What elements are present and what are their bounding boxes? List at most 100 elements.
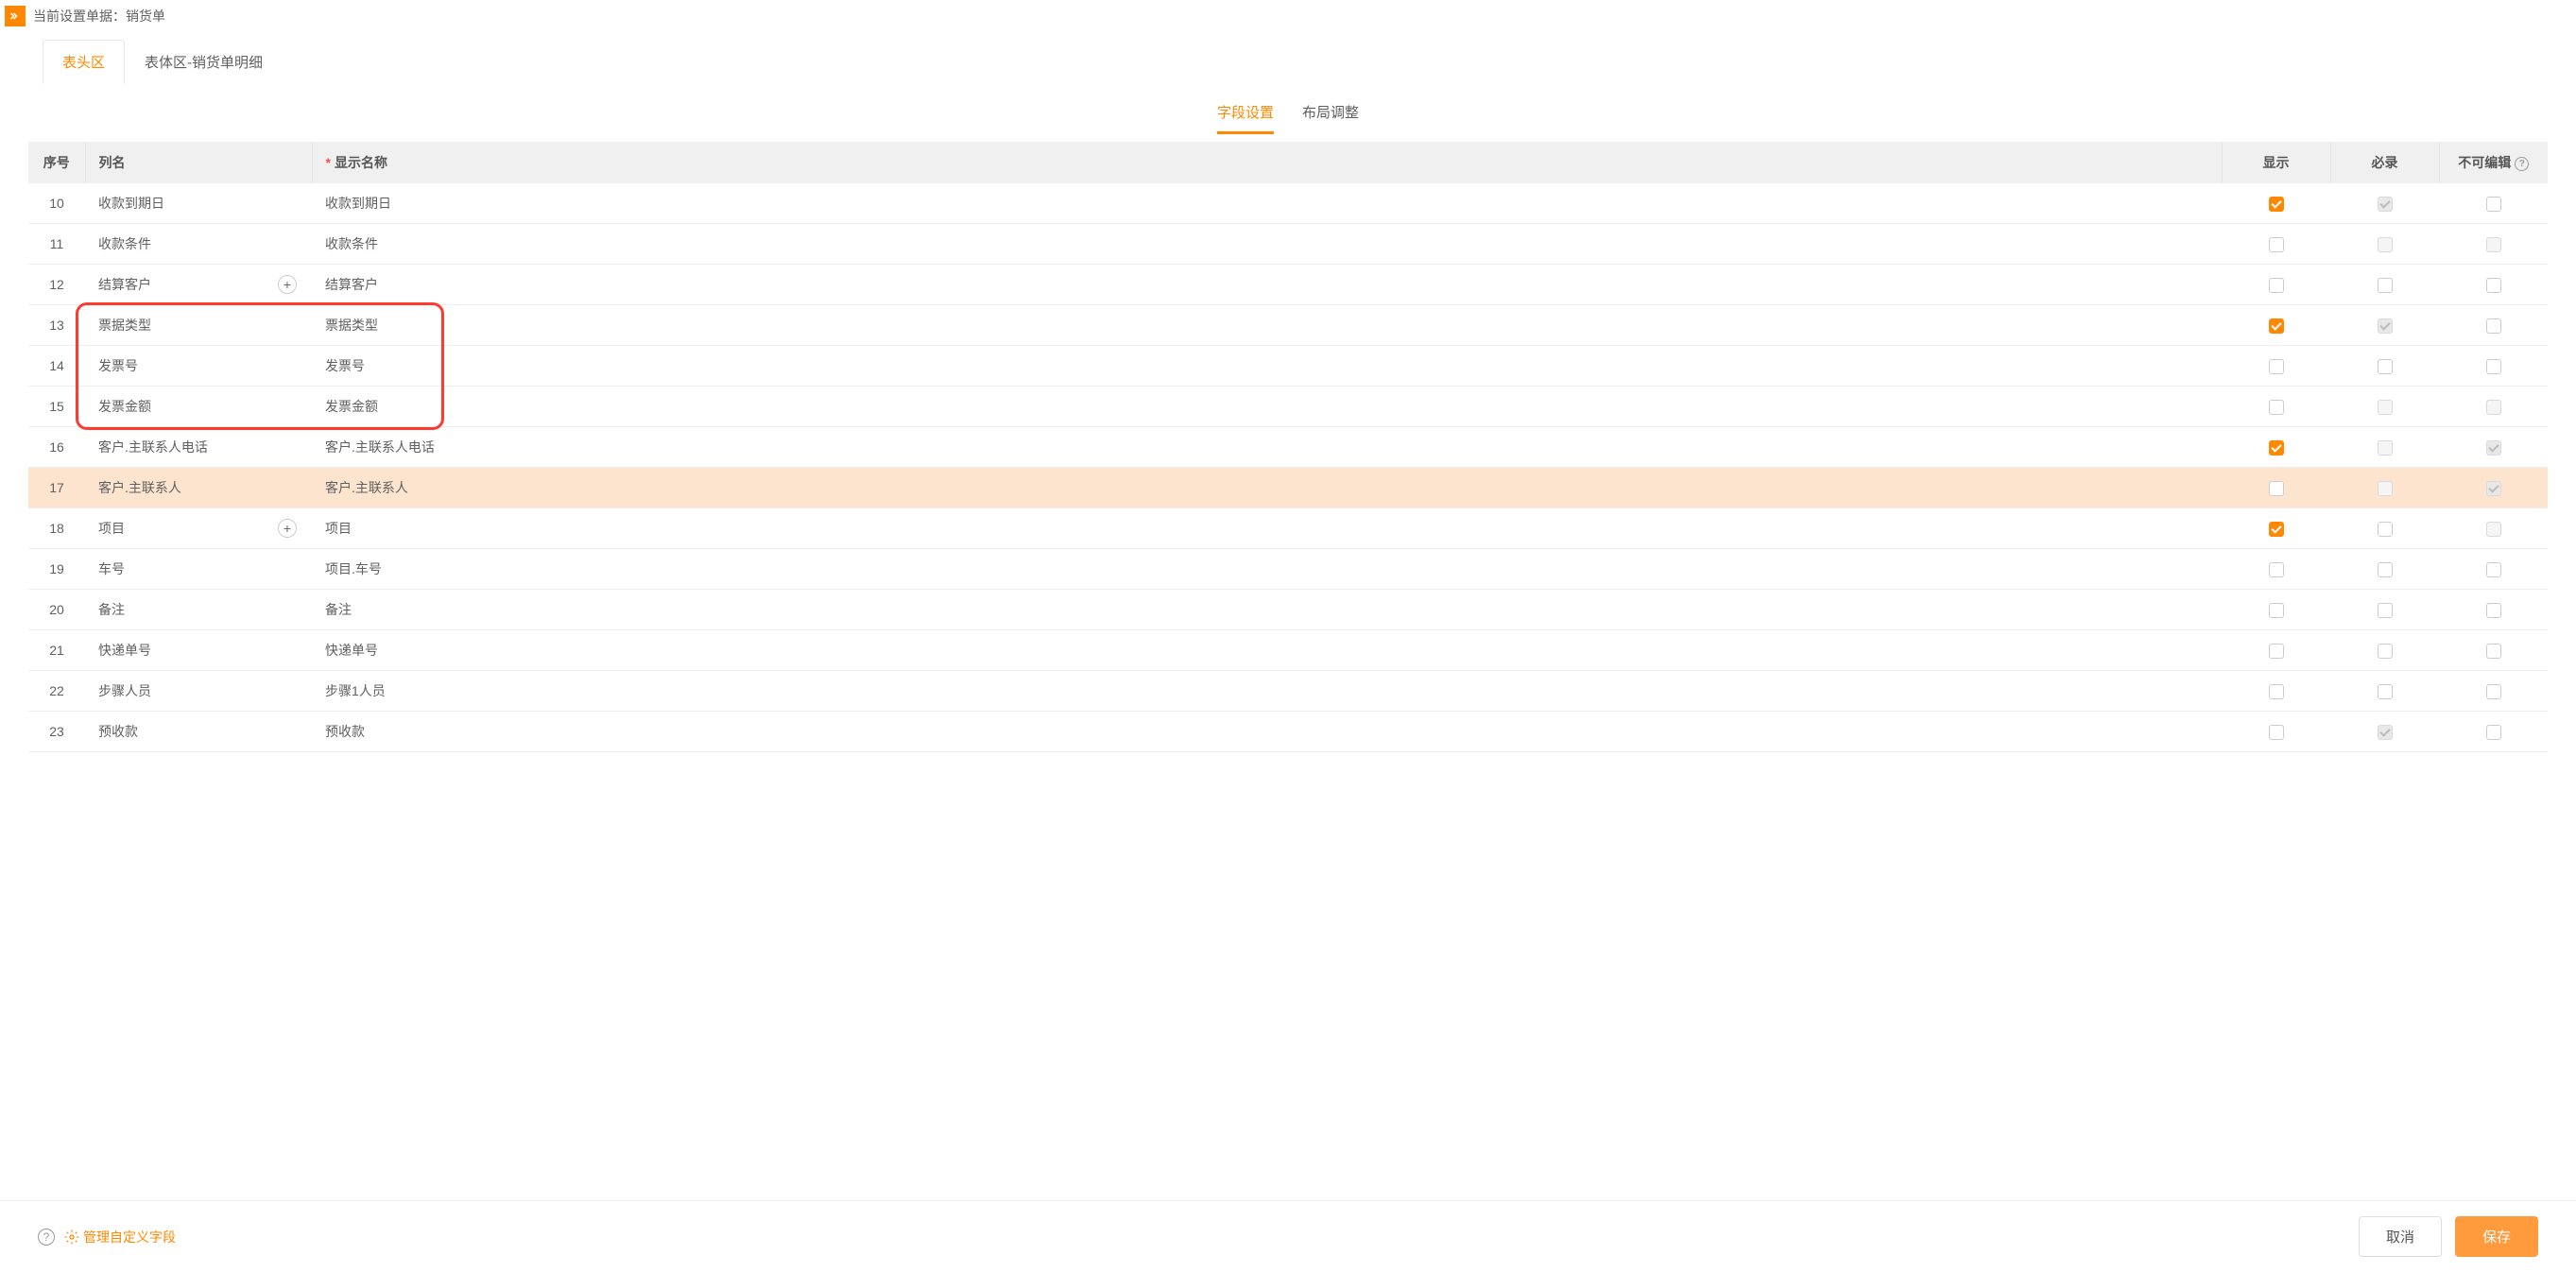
cell-required [2330, 630, 2439, 671]
cell-seq: 17 [28, 468, 85, 508]
cell-show [2222, 508, 2330, 549]
add-sub-field-button[interactable] [278, 275, 297, 294]
cell-seq: 15 [28, 387, 85, 427]
cell-required [2330, 305, 2439, 346]
readonly-checkbox[interactable] [2486, 725, 2501, 740]
show-checkbox[interactable] [2269, 481, 2284, 496]
add-sub-field-button[interactable] [278, 519, 297, 538]
cell-required [2330, 346, 2439, 387]
show-checkbox[interactable] [2269, 603, 2284, 618]
required-checkbox[interactable] [2378, 278, 2393, 293]
cell-readonly [2439, 265, 2548, 305]
cell-readonly [2439, 387, 2548, 427]
header-bar: 当前设置单据：销货单 [0, 0, 2576, 32]
show-checkbox[interactable] [2269, 644, 2284, 659]
th-seq: 序号 [28, 142, 85, 183]
table-row: 22步骤人员步骤1人员 [28, 671, 2548, 712]
cell-display-name[interactable]: 收款到期日 [312, 183, 2222, 224]
cell-readonly [2439, 508, 2548, 549]
cell-seq: 20 [28, 590, 85, 630]
show-checkbox[interactable] [2269, 278, 2284, 293]
cell-show [2222, 427, 2330, 468]
cell-display-name[interactable]: 客户.主联系人 [312, 468, 2222, 508]
show-checkbox[interactable] [2269, 237, 2284, 252]
cell-readonly [2439, 671, 2548, 712]
show-checkbox[interactable] [2269, 725, 2284, 740]
tab-header-area[interactable]: 表头区 [43, 40, 125, 84]
cell-name: 发票金额 [85, 387, 312, 427]
required-checkbox[interactable] [2378, 522, 2393, 537]
sub-tab-field[interactable]: 字段设置 [1217, 102, 1274, 134]
cell-name: 项目 [85, 508, 312, 549]
table-row: 21快递单号快递单号 [28, 630, 2548, 671]
cell-seq: 22 [28, 671, 85, 712]
cell-display-name[interactable]: 收款条件 [312, 224, 2222, 265]
th-display-name: *显示名称 [312, 142, 2222, 183]
required-checkbox[interactable] [2378, 359, 2393, 374]
table-row: 16客户.主联系人电话客户.主联系人电话 [28, 427, 2548, 468]
readonly-checkbox [2486, 440, 2501, 456]
required-checkbox[interactable] [2378, 684, 2393, 699]
show-checkbox[interactable] [2269, 562, 2284, 577]
table-row: 13票据类型票据类型 [28, 305, 2548, 346]
cell-display-name[interactable]: 备注 [312, 590, 2222, 630]
show-checkbox[interactable] [2269, 318, 2284, 334]
cell-display-name[interactable]: 客户.主联系人电话 [312, 427, 2222, 468]
sub-tab-layout[interactable]: 布局调整 [1302, 102, 1359, 134]
readonly-checkbox[interactable] [2486, 603, 2501, 618]
show-checkbox[interactable] [2269, 359, 2284, 374]
cancel-button[interactable]: 取消 [2359, 1216, 2442, 1257]
save-button[interactable]: 保存 [2455, 1216, 2538, 1257]
show-checkbox[interactable] [2269, 400, 2284, 415]
cell-seq: 10 [28, 183, 85, 224]
cell-name: 步骤人员 [85, 671, 312, 712]
table-row: 11收款条件收款条件 [28, 224, 2548, 265]
cell-show [2222, 630, 2330, 671]
cell-seq: 21 [28, 630, 85, 671]
cell-display-name[interactable]: 预收款 [312, 712, 2222, 752]
show-checkbox[interactable] [2269, 522, 2284, 537]
readonly-checkbox[interactable] [2486, 359, 2501, 374]
show-checkbox[interactable] [2269, 440, 2284, 456]
cell-display-name[interactable]: 发票号 [312, 346, 2222, 387]
show-checkbox[interactable] [2269, 684, 2284, 699]
expand-toggle[interactable] [5, 6, 26, 26]
required-checkbox[interactable] [2378, 644, 2393, 659]
cell-required [2330, 427, 2439, 468]
table-row: 20备注备注 [28, 590, 2548, 630]
cell-display-name[interactable]: 项目 [312, 508, 2222, 549]
cell-display-name[interactable]: 项目.车号 [312, 549, 2222, 590]
tab-detail-area[interactable]: 表体区-销货单明细 [125, 40, 283, 84]
cell-display-name[interactable]: 步骤1人员 [312, 671, 2222, 712]
readonly-checkbox[interactable] [2486, 318, 2501, 334]
cell-display-name[interactable]: 发票金额 [312, 387, 2222, 427]
readonly-checkbox[interactable] [2486, 684, 2501, 699]
th-readonly: 不可编辑? [2439, 142, 2548, 183]
cell-required [2330, 224, 2439, 265]
readonly-help-icon[interactable]: ? [2515, 157, 2529, 171]
footer: ? 管理自定义字段 取消 保存 [0, 1200, 2576, 1272]
cell-seq: 13 [28, 305, 85, 346]
cell-seq: 23 [28, 712, 85, 752]
cell-seq: 12 [28, 265, 85, 305]
field-table: 序号 列名 *显示名称 显示 必录 不可编辑? 10收款到期日收款到期日11收款… [28, 142, 2548, 752]
cell-readonly [2439, 712, 2548, 752]
show-checkbox[interactable] [2269, 197, 2284, 212]
readonly-checkbox[interactable] [2486, 197, 2501, 212]
cell-display-name[interactable]: 快递单号 [312, 630, 2222, 671]
th-name: 列名 [85, 142, 312, 183]
required-checkbox[interactable] [2378, 562, 2393, 577]
readonly-checkbox[interactable] [2486, 278, 2501, 293]
required-checkbox[interactable] [2378, 603, 2393, 618]
help-icon[interactable]: ? [38, 1229, 55, 1246]
cell-display-name[interactable]: 结算客户 [312, 265, 2222, 305]
readonly-checkbox[interactable] [2486, 562, 2501, 577]
readonly-checkbox [2486, 481, 2501, 496]
required-checkbox [2378, 197, 2393, 212]
custom-field-link[interactable]: 管理自定义字段 [64, 1228, 176, 1246]
readonly-checkbox[interactable] [2486, 644, 2501, 659]
cell-readonly [2439, 549, 2548, 590]
cell-seq: 18 [28, 508, 85, 549]
cell-display-name[interactable]: 票据类型 [312, 305, 2222, 346]
cell-required [2330, 671, 2439, 712]
